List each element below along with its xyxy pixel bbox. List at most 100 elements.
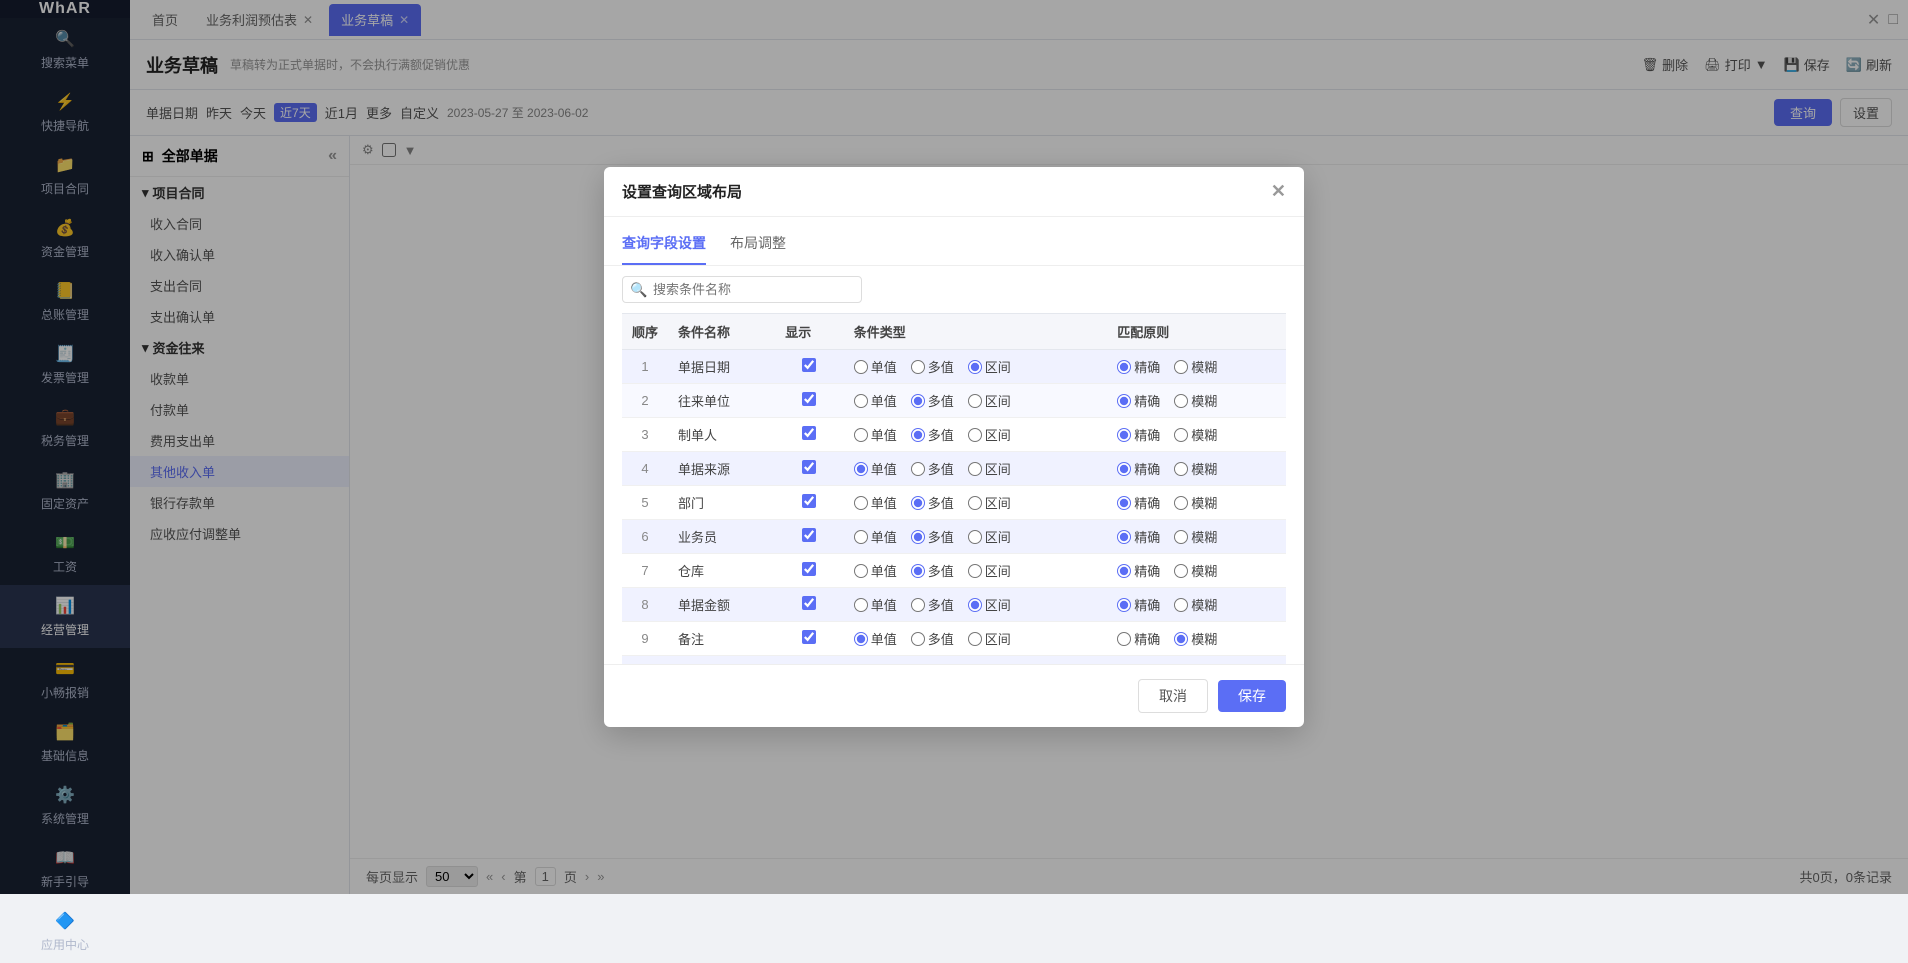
show-checkbox[interactable] [802,392,816,406]
cell-name: 仓库 [668,554,775,588]
search-wrap: 🔍 [622,276,862,303]
cell-match: 精确模糊 [1107,622,1286,656]
cell-name: 制单人 [668,418,775,452]
show-checkbox[interactable] [802,494,816,508]
cell-order: 1 [622,350,668,384]
cell-show[interactable] [775,622,844,656]
cell-show[interactable] [775,384,844,418]
condition-option-区间[interactable]: 区间 [968,561,1011,580]
match-option-精确[interactable]: 精确 [1117,561,1160,580]
match-option-精确[interactable]: 精确 [1117,391,1160,410]
modal-table-row: 5部门单值多值区间精确模糊 [622,486,1286,520]
modal-table-row: 7仓库单值多值区间精确模糊 [622,554,1286,588]
cell-show[interactable] [775,656,844,665]
col-condition: 条件类型 [844,314,1108,350]
match-option-精确[interactable]: 精确 [1117,595,1160,614]
condition-option-单值[interactable]: 单值 [854,357,897,376]
condition-option-单值[interactable]: 单值 [854,425,897,444]
condition-option-单值[interactable]: 单值 [854,629,897,648]
cell-order: 10 [622,656,668,665]
match-option-模糊[interactable]: 模糊 [1174,527,1217,546]
match-option-模糊[interactable]: 模糊 [1174,629,1217,648]
condition-option-区间[interactable]: 区间 [968,391,1011,410]
cell-show[interactable] [775,418,844,452]
condition-option-区间[interactable]: 区间 [968,425,1011,444]
condition-option-多值[interactable]: 多值 [911,629,954,648]
match-option-精确[interactable]: 精确 [1117,425,1160,444]
modal-search-area: 🔍 [604,266,1304,313]
show-checkbox[interactable] [802,426,816,440]
show-checkbox[interactable] [802,358,816,372]
cell-show[interactable] [775,350,844,384]
cell-show[interactable] [775,486,844,520]
cancel-button[interactable]: 取消 [1138,679,1208,713]
cell-name: 往来单位 [668,384,775,418]
condition-option-单值[interactable]: 单值 [854,561,897,580]
condition-option-多值[interactable]: 多值 [911,493,954,512]
cell-show[interactable] [775,554,844,588]
cell-name: 业务员 [668,520,775,554]
match-option-精确[interactable]: 精确 [1117,459,1160,478]
modal-table-row: 1单据日期单值多值区间精确模糊 [622,350,1286,384]
modal-close-button[interactable]: ✕ [1271,181,1286,202]
cell-match: 精确模糊 [1107,486,1286,520]
match-option-精确[interactable]: 精确 [1117,357,1160,376]
cell-condition-type: 单值多值区间 [844,588,1108,622]
condition-option-多值[interactable]: 多值 [911,459,954,478]
condition-option-区间[interactable]: 区间 [968,493,1011,512]
modal-search-input[interactable] [622,276,862,303]
modal-table-row: 9备注单值多值区间精确模糊 [622,622,1286,656]
modal-save-button[interactable]: 保存 [1218,680,1286,712]
show-checkbox[interactable] [802,630,816,644]
show-checkbox[interactable] [802,562,816,576]
cell-show[interactable] [775,520,844,554]
show-checkbox[interactable] [802,460,816,474]
modal-title: 设置查询区域布局 [622,181,742,202]
condition-option-单值[interactable]: 单值 [854,459,897,478]
condition-option-区间[interactable]: 区间 [968,459,1011,478]
condition-option-单值[interactable]: 单值 [854,493,897,512]
match-option-模糊[interactable]: 模糊 [1174,595,1217,614]
modal-tab-field-settings[interactable]: 查询字段设置 [622,227,706,265]
condition-option-单值[interactable]: 单值 [854,391,897,410]
sidebar-item-app[interactable]: 🔷 应用中心 [0,900,130,963]
show-checkbox[interactable] [802,596,816,610]
match-option-模糊[interactable]: 模糊 [1174,561,1217,580]
cell-name: 备注 [668,622,775,656]
condition-option-多值[interactable]: 多值 [911,527,954,546]
cell-name: 单据日期 [668,350,775,384]
condition-option-多值[interactable]: 多值 [911,595,954,614]
match-option-精确[interactable]: 精确 [1117,493,1160,512]
cell-order: 5 [622,486,668,520]
match-option-模糊[interactable]: 模糊 [1174,357,1217,376]
condition-option-区间[interactable]: 区间 [968,527,1011,546]
sidebar-item-label: 应用中心 [41,936,89,953]
cell-show[interactable] [775,452,844,486]
cell-match: 精确模糊 [1107,520,1286,554]
condition-option-多值[interactable]: 多值 [911,425,954,444]
cell-order: 8 [622,588,668,622]
cell-condition-type: 单值多值区间 [844,350,1108,384]
condition-option-多值[interactable]: 多值 [911,561,954,580]
condition-option-区间[interactable]: 区间 [968,629,1011,648]
cell-condition-type: 单值多值区间 [844,418,1108,452]
modal-tab-layout[interactable]: 布局调整 [730,227,786,265]
cell-match: 精确模糊 [1107,588,1286,622]
condition-option-区间[interactable]: 区间 [968,357,1011,376]
condition-option-单值[interactable]: 单值 [854,527,897,546]
cell-show[interactable] [775,588,844,622]
condition-option-多值[interactable]: 多值 [911,391,954,410]
match-option-精确[interactable]: 精确 [1117,629,1160,648]
cell-condition-type: 单值多值区间 [844,554,1108,588]
cell-match: 精确模糊 [1107,656,1286,665]
col-order: 顺序 [622,314,668,350]
match-option-精确[interactable]: 精确 [1117,527,1160,546]
match-option-模糊[interactable]: 模糊 [1174,391,1217,410]
match-option-模糊[interactable]: 模糊 [1174,459,1217,478]
condition-option-单值[interactable]: 单值 [854,595,897,614]
match-option-模糊[interactable]: 模糊 [1174,425,1217,444]
match-option-模糊[interactable]: 模糊 [1174,493,1217,512]
condition-option-多值[interactable]: 多值 [911,357,954,376]
show-checkbox[interactable] [802,528,816,542]
condition-option-区间[interactable]: 区间 [968,595,1011,614]
